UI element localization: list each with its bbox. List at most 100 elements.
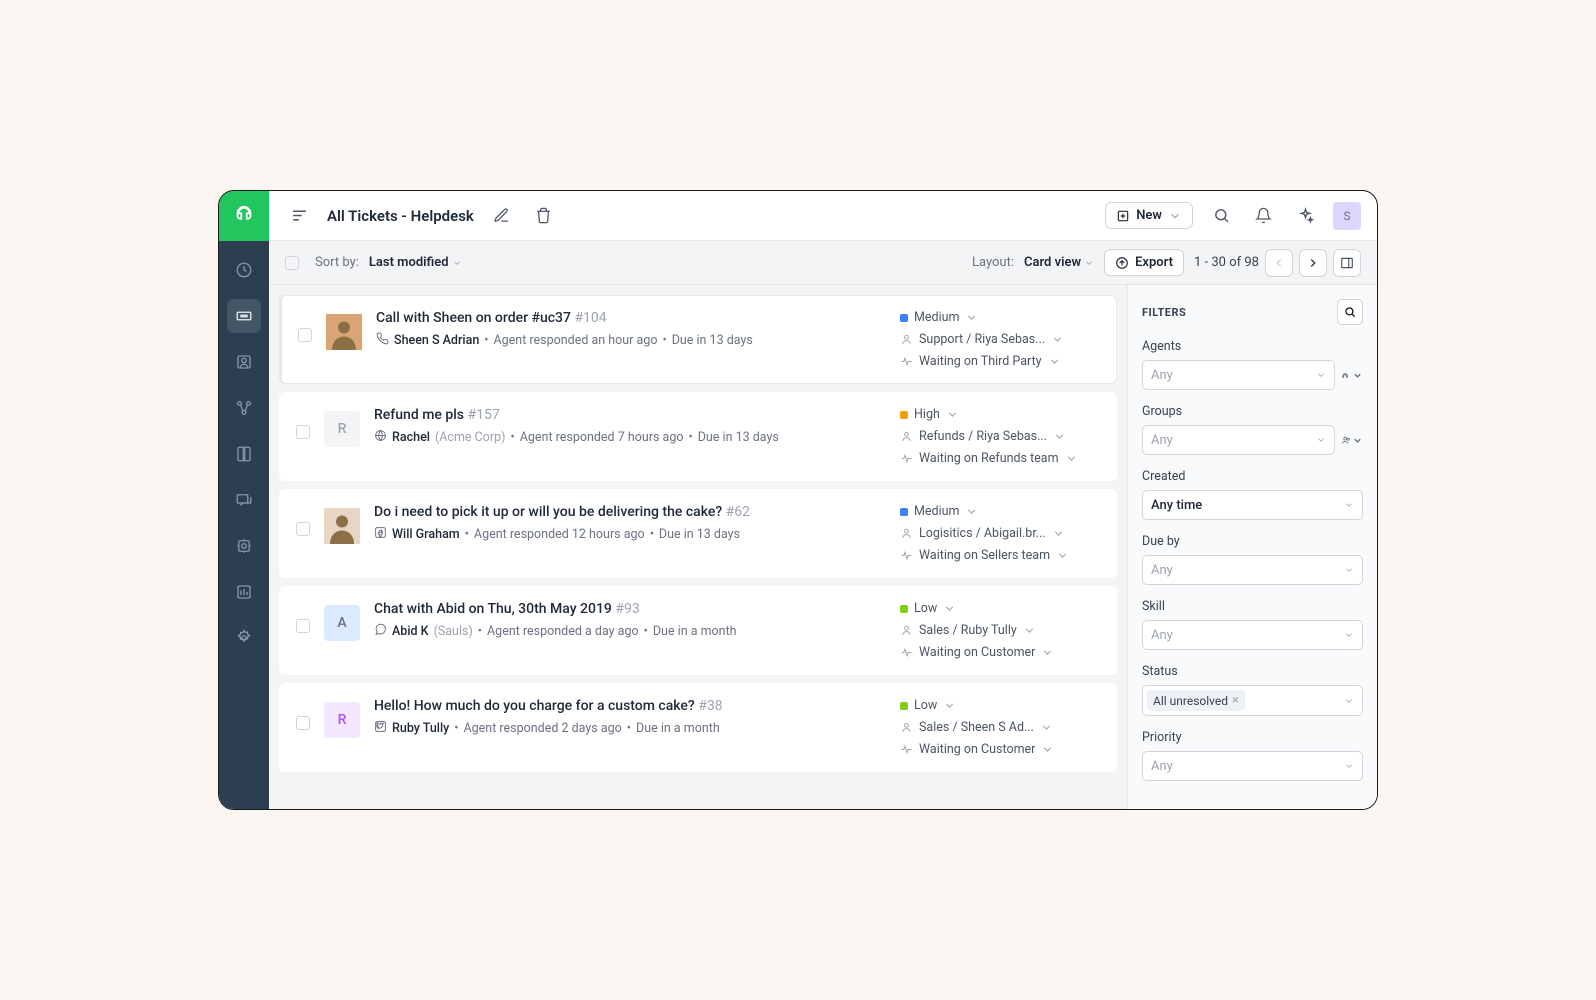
next-page-button[interactable] — [1299, 249, 1327, 277]
ticket-checkbox[interactable] — [296, 522, 310, 536]
ticket-company: (Sauls) — [434, 624, 473, 639]
ticket-checkbox[interactable] — [296, 716, 310, 730]
filter-dueby-select[interactable]: Any — [1142, 555, 1363, 585]
group-dropdown[interactable]: Support / Riya Sebas... — [900, 332, 1100, 347]
sidebar-item-contacts[interactable] — [227, 345, 261, 379]
ticket-response: Agent responded 12 hours ago — [474, 527, 645, 542]
delete-button[interactable] — [530, 202, 558, 230]
filter-groups-me-icon[interactable] — [1341, 429, 1363, 451]
ticket-response: Agent responded a day ago — [487, 624, 639, 639]
sidebar-item-social[interactable] — [227, 391, 261, 425]
sidebar-item-settings[interactable] — [227, 621, 261, 655]
filters-title: FILTERS — [1142, 306, 1186, 319]
new-button-label: New — [1136, 208, 1162, 223]
ai-sparkle-icon[interactable] — [1291, 202, 1319, 230]
ticket-title: Chat with Abid on Thu, 30th May 2019 #93 — [374, 601, 886, 617]
filter-skill-select[interactable]: Any — [1142, 620, 1363, 650]
filters-search-button[interactable] — [1337, 299, 1363, 325]
edit-button[interactable] — [488, 202, 516, 230]
group-dropdown[interactable]: Logisitics / Abigail.br... — [900, 526, 1100, 541]
filter-status-select[interactable]: All unresolved × — [1142, 685, 1363, 716]
source-icon — [374, 429, 387, 446]
filter-priority-select[interactable]: Any — [1142, 751, 1363, 781]
ticket-title: Do i need to pick it up or will you be d… — [374, 504, 886, 520]
ticket-title: Hello! How much do you charge for a cust… — [374, 698, 886, 714]
filter-created-select[interactable]: Any time — [1142, 490, 1363, 520]
new-button[interactable]: New — [1105, 202, 1193, 229]
pagination: 1 - 30 of 98 — [1194, 249, 1361, 277]
topbar: All Tickets - Helpdesk New S — [269, 191, 1377, 241]
ticket-due: Due in a month — [636, 721, 720, 736]
priority-dropdown[interactable]: Low — [900, 601, 1100, 616]
select-all-checkbox[interactable] — [285, 256, 299, 270]
status-tag: All unresolved × — [1147, 690, 1245, 711]
filter-priority-label: Priority — [1142, 730, 1363, 745]
filter-agents-select[interactable]: Any — [1142, 360, 1335, 390]
status-dropdown[interactable]: Waiting on Sellers team — [900, 548, 1100, 563]
ticket-due: Due in a month — [653, 624, 737, 639]
ticket-card[interactable]: R Hello! How much do you charge for a cu… — [279, 683, 1117, 772]
ticket-response: Agent responded an hour ago — [494, 333, 658, 348]
sidebar-rail — [219, 191, 269, 809]
ticket-contact: Rachel — [392, 430, 430, 445]
priority-dropdown[interactable]: High — [900, 407, 1100, 422]
ticket-checkbox[interactable] — [296, 425, 310, 439]
ticket-response: Agent responded 2 days ago — [464, 721, 622, 736]
priority-dropdown[interactable]: Medium — [900, 504, 1100, 519]
sidebar-item-dashboard[interactable] — [227, 253, 261, 287]
group-dropdown[interactable]: Sales / Sheen S Ad... — [900, 720, 1100, 735]
status-dropdown[interactable]: Waiting on Customer — [900, 645, 1100, 660]
ticket-contact: Will Graham — [392, 527, 460, 542]
filter-groups-select[interactable]: Any — [1142, 425, 1335, 455]
layout-label: Layout: — [972, 255, 1014, 270]
sidebar-item-forums[interactable] — [227, 483, 261, 517]
priority-dropdown[interactable]: Medium — [900, 310, 1100, 325]
logo[interactable] — [219, 191, 269, 241]
ticket-card[interactable]: R Refund me pls #157 Rachel (Acme Corp) … — [279, 392, 1117, 481]
sidebar-item-automation[interactable] — [227, 529, 261, 563]
app-frame: All Tickets - Helpdesk New S Sort by: La… — [218, 190, 1378, 810]
ticket-card[interactable]: Call with Sheen on order #uc37 #104 Shee… — [279, 295, 1117, 384]
layout-dropdown[interactable]: Card view — [1024, 255, 1094, 270]
sort-label: Sort by: — [315, 255, 359, 270]
filter-status-label: Status — [1142, 664, 1363, 679]
status-dropdown[interactable]: Waiting on Customer — [900, 742, 1100, 757]
ticket-card[interactable]: Do i need to pick it up or will you be d… — [279, 489, 1117, 578]
notifications-icon[interactable] — [1249, 202, 1277, 230]
sidebar-item-tickets[interactable] — [227, 299, 261, 333]
ticket-checkbox[interactable] — [296, 619, 310, 633]
status-dropdown[interactable]: Waiting on Third Party — [900, 354, 1100, 369]
page-info: 1 - 30 of 98 — [1194, 255, 1259, 270]
menu-toggle-icon[interactable] — [285, 202, 313, 230]
ticket-contact: Sheen S Adrian — [394, 333, 479, 348]
ticket-list: Call with Sheen on order #uc37 #104 Shee… — [269, 285, 1127, 809]
prev-page-button[interactable] — [1265, 249, 1293, 277]
content: Call with Sheen on order #uc37 #104 Shee… — [269, 285, 1377, 809]
subbar: Sort by: Last modified Layout: Card view… — [269, 241, 1377, 285]
filter-skill-label: Skill — [1142, 599, 1363, 614]
status-dropdown[interactable]: Waiting on Refunds team — [900, 451, 1100, 466]
filters-panel: FILTERS Agents Any Groups Any — [1127, 285, 1377, 809]
filter-created-label: Created — [1142, 469, 1363, 484]
source-icon — [376, 332, 389, 349]
filter-agents-me-icon[interactable] — [1341, 364, 1363, 386]
ticket-avatar: R — [324, 411, 360, 447]
status-tag-remove[interactable]: × — [1232, 693, 1239, 708]
export-button[interactable]: Export — [1104, 249, 1184, 276]
sidebar-item-reports[interactable] — [227, 575, 261, 609]
ticket-card[interactable]: A Chat with Abid on Thu, 30th May 2019 #… — [279, 586, 1117, 675]
group-dropdown[interactable]: Sales / Ruby Tully — [900, 623, 1100, 638]
ticket-avatar — [326, 314, 362, 350]
priority-dropdown[interactable]: Low — [900, 698, 1100, 713]
ticket-due: Due in 13 days — [672, 333, 753, 348]
user-avatar[interactable]: S — [1333, 202, 1361, 230]
sidebar-item-solutions[interactable] — [227, 437, 261, 471]
ticket-avatar: R — [324, 702, 360, 738]
group-dropdown[interactable]: Refunds / Riya Sebas... — [900, 429, 1100, 444]
ticket-company: (Acme Corp) — [435, 430, 506, 445]
search-icon[interactable] — [1207, 202, 1235, 230]
ticket-checkbox[interactable] — [298, 328, 312, 342]
sort-dropdown[interactable]: Last modified — [369, 255, 462, 270]
toggle-panel-button[interactable] — [1333, 249, 1361, 277]
source-icon — [374, 720, 387, 737]
